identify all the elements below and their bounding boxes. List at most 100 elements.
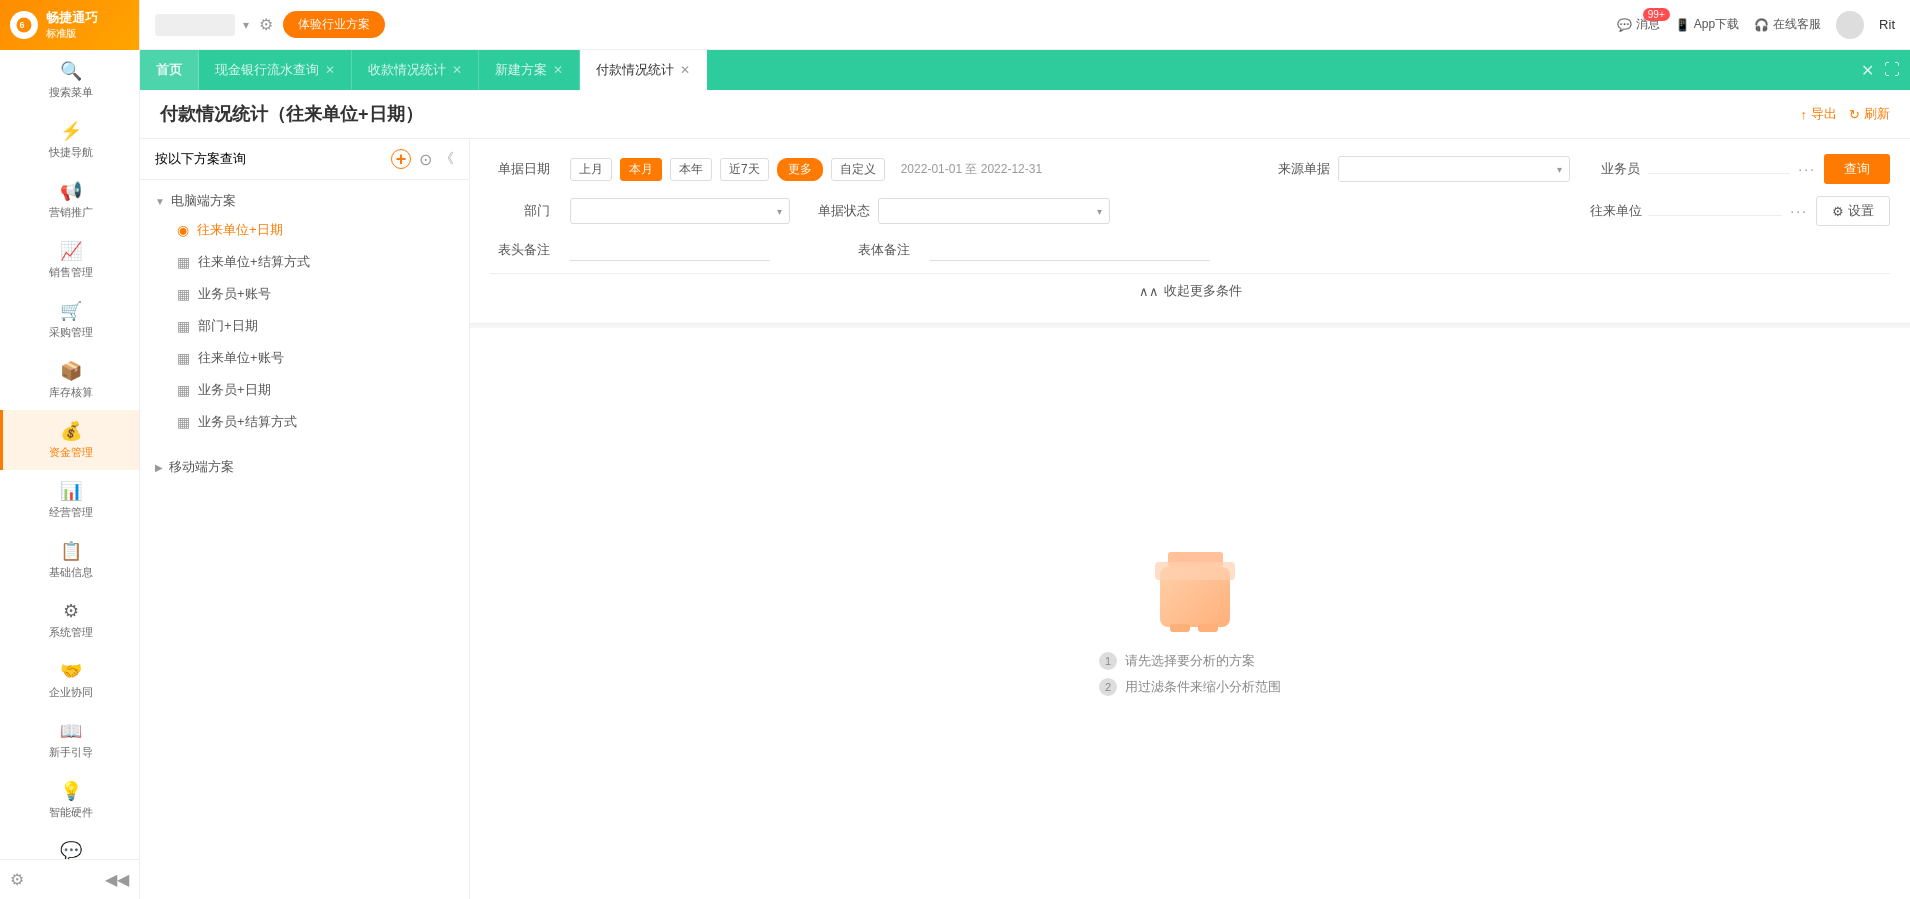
avatar[interactable]: [1836, 11, 1864, 39]
app-download-btn[interactable]: 📱 App下载: [1675, 16, 1739, 33]
scheme-item-0-5[interactable]: ▦业务员+日期: [155, 374, 454, 406]
settings-footer-icon[interactable]: ⚙: [10, 870, 24, 889]
setting-btn[interactable]: ⚙ 设置: [1816, 196, 1890, 226]
nav-icon-1: ⚡: [60, 120, 82, 142]
workspace-dropdown-icon[interactable]: ▾: [243, 18, 249, 32]
query-btn[interactable]: 查询: [1824, 154, 1890, 184]
scheme-item-0-1[interactable]: ▦往来单位+结算方式: [155, 246, 454, 278]
trial-btn[interactable]: 体验行业方案: [283, 11, 385, 38]
scheme-group-header-0[interactable]: ▼电脑端方案: [155, 188, 454, 214]
this-month-btn[interactable]: 本月: [620, 158, 662, 181]
header-note-label: 表头备注: [490, 241, 550, 259]
tab-4[interactable]: 付款情况统计 ✕: [580, 50, 707, 90]
empty-illustration: [1140, 532, 1240, 632]
bill-status-wrap: ▾: [878, 198, 1110, 224]
source-select[interactable]: [1338, 156, 1570, 182]
page-header: 付款情况统计（往来单位+日期） ↑ 导出 ↻ 刷新: [140, 90, 1910, 139]
nav-icon-10: 🤝: [60, 660, 82, 682]
workspace-selector[interactable]: ▾: [155, 14, 249, 36]
content: 付款情况统计（往来单位+日期） ↑ 导出 ↻ 刷新 按以下方案查询 +: [140, 90, 1910, 899]
this-year-btn[interactable]: 本年: [670, 158, 712, 181]
dept-select[interactable]: [570, 198, 790, 224]
scheme-item-0-6[interactable]: ▦业务员+结算方式: [155, 406, 454, 438]
body-note-input[interactable]: [930, 238, 1210, 261]
collapse-up-icon: ∧∧: [1139, 284, 1159, 299]
nav-icon-5: 📦: [60, 360, 82, 382]
workspace-logo: [155, 14, 235, 36]
tab-close-4[interactable]: ✕: [680, 63, 690, 77]
header-note-input[interactable]: [570, 238, 770, 261]
right-panel: 单据日期 上月 本月 本年 近7天 更多 自定义 2022-01-01 至 20…: [470, 139, 1910, 899]
scheme-item-label-0-3: 部门+日期: [198, 317, 258, 335]
body-note-label: 表体备注: [850, 241, 910, 259]
message-btn[interactable]: 💬 消息 99+: [1617, 16, 1660, 33]
scheme-item-label-0-0: 往来单位+日期: [197, 221, 283, 239]
page-actions: ↑ 导出 ↻ 刷新: [1801, 105, 1891, 123]
custom-date-btn[interactable]: 自定义: [831, 158, 885, 181]
sidebar-item-企业协同[interactable]: 🤝企业协同: [0, 650, 139, 710]
nav-icon-0: 🔍: [60, 60, 82, 82]
group-label-1: 移动端方案: [169, 458, 234, 476]
svg-text:6: 6: [20, 20, 25, 30]
collapse-panel-icon[interactable]: 《: [440, 150, 454, 168]
topbar-gear-icon[interactable]: ⚙: [259, 15, 273, 34]
more-dates-btn[interactable]: 更多: [777, 158, 823, 181]
sidebar-item-新手引导[interactable]: 📖新手引导: [0, 710, 139, 770]
sidebar-item-销售管理[interactable]: 📈销售管理: [0, 230, 139, 290]
add-scheme-btn[interactable]: +: [391, 149, 411, 169]
sidebar-item-资金管理[interactable]: 💰资金管理: [0, 410, 139, 470]
export-icon: ↑: [1801, 107, 1808, 122]
sidebar-item-快捷导航[interactable]: ⚡快捷导航: [0, 110, 139, 170]
maximize-icon[interactable]: ⛶: [1884, 61, 1900, 79]
tab-1[interactable]: 现金银行流水查询✕: [199, 50, 352, 90]
sidebar-item-企业微信[interactable]: 💬企业微信: [0, 830, 139, 859]
sidebar-item-库存核算[interactable]: 📦库存核算: [0, 350, 139, 410]
content-body: 按以下方案查询 + ⊙ 《 ▼电脑端方案◉往来单位+日期▦往来单位+结算方式▦业…: [140, 139, 1910, 899]
scheme-group-0: ▼电脑端方案◉往来单位+日期▦往来单位+结算方式▦业务员+账号▦部门+日期▦往来…: [140, 180, 469, 446]
scheme-item-label-0-4: 往来单位+账号: [198, 349, 284, 367]
tab-close-2[interactable]: ✕: [452, 63, 462, 77]
tab-3[interactable]: 新建方案✕: [479, 50, 580, 90]
collapse-sidebar-icon[interactable]: ◀◀: [105, 870, 129, 889]
tab-close-3[interactable]: ✕: [553, 63, 563, 77]
partner-picker-btn[interactable]: ···: [1790, 203, 1808, 219]
close-tab-icon[interactable]: ✕: [1861, 61, 1874, 80]
topbar-actions: 💬 消息 99+ 📱 App下载 🎧 在线客服 Rit: [1617, 11, 1895, 39]
sidebar: 6 畅捷通巧 标准版 🔍搜索菜单⚡快捷导航📢营销推广📈销售管理🛒采购管理📦库存核…: [0, 0, 140, 899]
last-7days-btn[interactable]: 近7天: [720, 158, 769, 181]
online-service-btn[interactable]: 🎧 在线客服: [1754, 16, 1821, 33]
refresh-btn[interactable]: ↻ 刷新: [1849, 105, 1890, 123]
nav-icon-7: 📊: [60, 480, 82, 502]
nav-icon-4: 🛒: [60, 300, 82, 322]
page-title: 付款情况统计（往来单位+日期）: [160, 102, 423, 126]
scheme-item-0-3[interactable]: ▦ 部门+日期: [155, 310, 454, 342]
sidebar-item-智能硬件[interactable]: 💡智能硬件: [0, 770, 139, 830]
salesman-picker-btn[interactable]: ···: [1798, 161, 1816, 177]
export-btn[interactable]: ↑ 导出: [1801, 105, 1838, 123]
message-icon: 💬: [1617, 18, 1632, 32]
tab-close-1[interactable]: ✕: [325, 63, 335, 77]
bill-status-select[interactable]: [878, 198, 1110, 224]
scheme-item-label-0-2: 业务员+账号: [198, 285, 271, 303]
sidebar-item-基础信息[interactable]: 📋基础信息: [0, 530, 139, 590]
nav-icon-2: 📢: [60, 180, 82, 202]
scheme-group-header-1[interactable]: ▶移动端方案: [155, 454, 454, 480]
scheme-settings-icon[interactable]: ⊙: [419, 150, 432, 169]
sidebar-item-营销推广[interactable]: 📢营销推广: [0, 170, 139, 230]
last-month-btn[interactable]: 上月: [570, 158, 612, 181]
sidebar-item-搜索菜单[interactable]: 🔍搜索菜单: [0, 50, 139, 110]
sidebar-item-系统管理[interactable]: ⚙系统管理: [0, 590, 139, 650]
scheme-item-0-0[interactable]: ◉往来单位+日期: [155, 214, 454, 246]
scheme-item-icon-0-6: ▦: [177, 414, 190, 430]
sidebar-item-采购管理[interactable]: 🛒采购管理: [0, 290, 139, 350]
scheme-item-icon-0-1: ▦: [177, 254, 190, 270]
scheme-item-0-4[interactable]: ▦往来单位+账号: [155, 342, 454, 374]
collapse-filter-btn[interactable]: ∧∧ 收起更多条件: [490, 273, 1890, 308]
tab-label-4: 付款情况统计: [596, 61, 674, 79]
tab-0[interactable]: 首页: [140, 50, 199, 90]
sidebar-item-经营管理[interactable]: 📊经营管理: [0, 470, 139, 530]
empty-state: 1 请先选择要分析的方案 2 用过滤条件来缩小分析范围: [470, 328, 1910, 899]
scheme-item-0-2[interactable]: ▦业务员+账号: [155, 278, 454, 310]
scheme-item-icon-0-3: ▦: [177, 318, 190, 334]
tab-2[interactable]: 收款情况统计✕: [352, 50, 479, 90]
